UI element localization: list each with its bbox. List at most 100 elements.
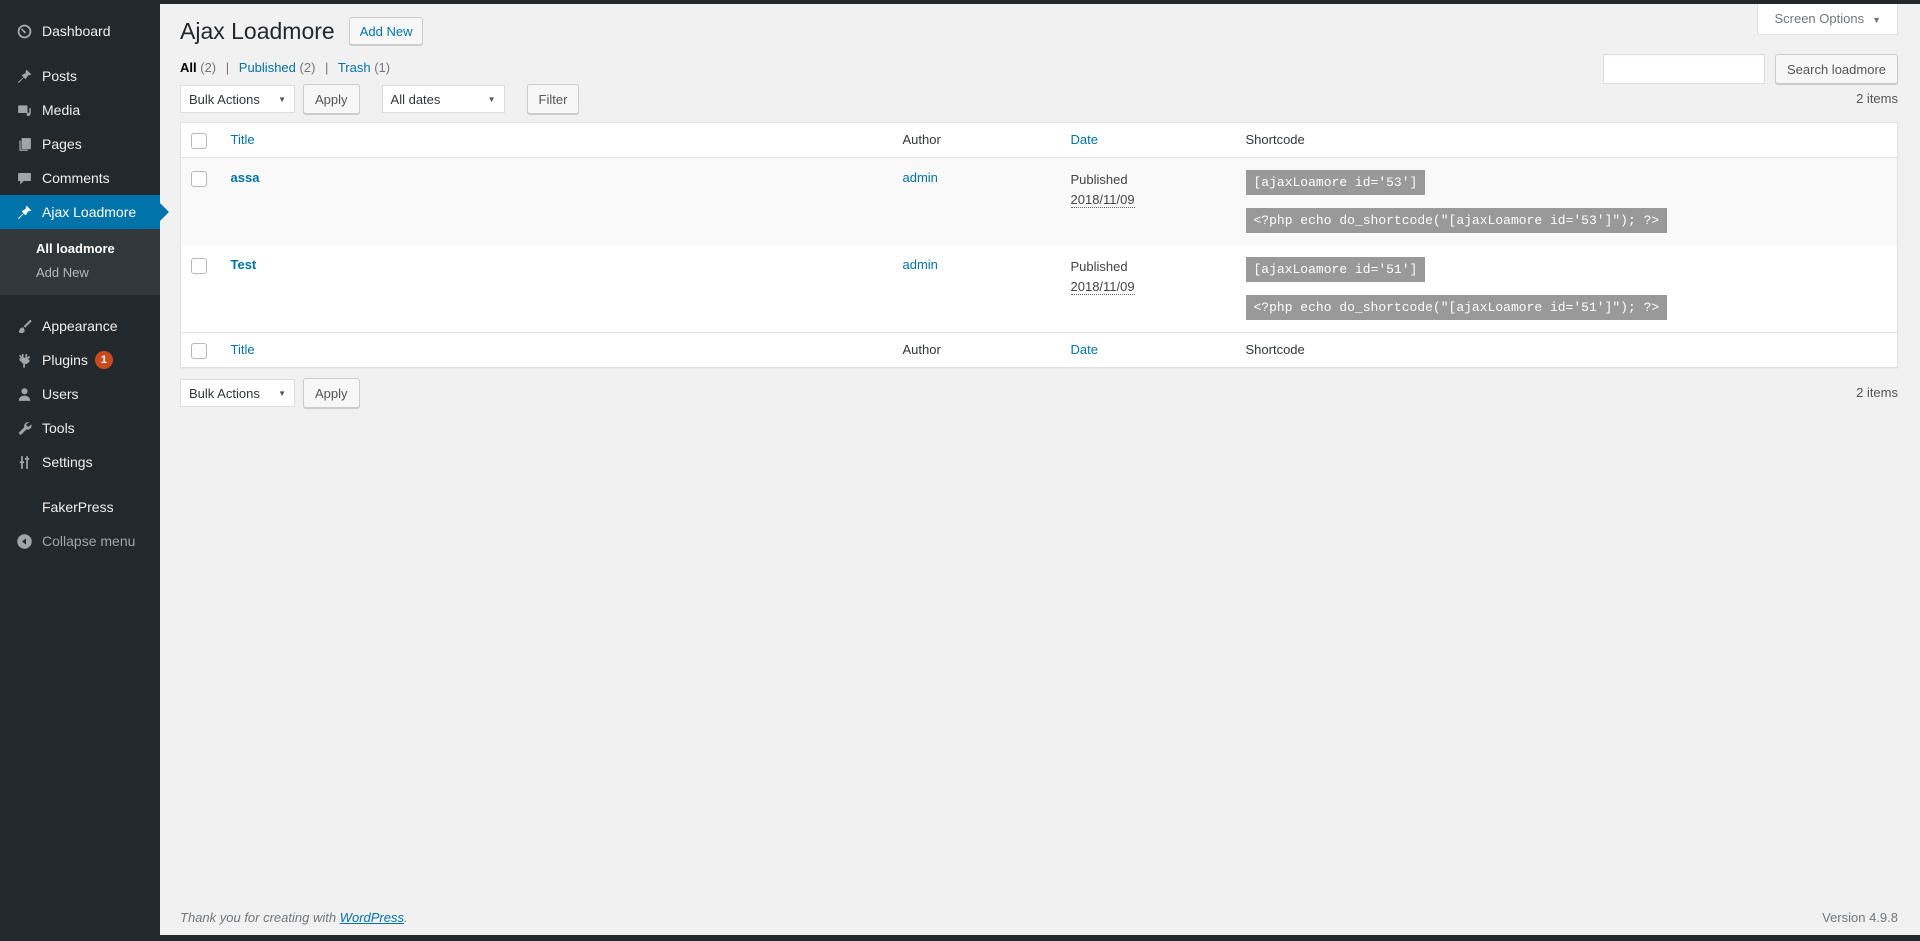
column-header-date[interactable]: Date bbox=[1071, 132, 1098, 147]
screen-options-button[interactable]: Screen Options ▼ bbox=[1757, 4, 1898, 35]
sidebar-item-label: Plugins bbox=[42, 352, 88, 368]
shortcode-snippet: [ajaxLoamore id='51'] bbox=[1245, 257, 1426, 283]
filter-all-link[interactable]: All bbox=[180, 60, 197, 75]
row-status: Published bbox=[1070, 172, 1128, 188]
dates-filter-select[interactable]: All dates ▼ bbox=[381, 85, 505, 113]
pages-icon bbox=[14, 134, 34, 154]
row-title-link[interactable]: assa bbox=[231, 170, 260, 185]
table-footer-row: Title Author Date Shortcode bbox=[180, 332, 1898, 368]
row-author-link[interactable]: admin bbox=[903, 170, 938, 185]
loadmore-list-table: Title Author Date Shortcode assa admin P… bbox=[180, 122, 1898, 369]
sidebar-item-dashboard[interactable]: Dashboard bbox=[0, 14, 160, 48]
column-footer-shortcode: Shortcode bbox=[1245, 342, 1305, 358]
sidebar-item-label: Ajax Loadmore bbox=[42, 204, 137, 220]
filter-trash-link[interactable]: Trash bbox=[338, 60, 371, 75]
media-icon bbox=[14, 100, 34, 120]
row-author-link[interactable]: admin bbox=[903, 257, 938, 272]
chevron-down-icon: ▼ bbox=[278, 94, 286, 104]
row-status: Published bbox=[1070, 259, 1128, 275]
wrench-icon bbox=[14, 418, 34, 438]
sidebar-item-plugins[interactable]: Plugins 1 bbox=[0, 343, 160, 377]
tablenav-top: Bulk Actions ▼ Apply All dates ▼ Filter … bbox=[180, 84, 1898, 114]
row-checkbox[interactable] bbox=[191, 170, 207, 187]
sidebar-item-users[interactable]: Users bbox=[0, 377, 160, 411]
comment-bubble-icon bbox=[14, 168, 34, 188]
collapse-menu-button[interactable]: Collapse menu bbox=[0, 524, 160, 558]
chevron-down-icon: ▼ bbox=[487, 94, 496, 104]
sidebar-item-appearance[interactable]: Appearance bbox=[0, 309, 160, 343]
paintbrush-icon bbox=[14, 316, 34, 336]
sidebar-item-comments[interactable]: Comments bbox=[0, 161, 160, 195]
sliders-icon bbox=[14, 452, 34, 472]
bulk-actions-select[interactable]: Bulk Actions ▼ bbox=[180, 85, 295, 113]
filter-published-link[interactable]: Published bbox=[239, 60, 296, 75]
sidebar-item-label: Tools bbox=[42, 420, 75, 436]
shortcode-php-snippet: <?php echo do_shortcode("[ajaxLoamore id… bbox=[1245, 208, 1668, 234]
table-header-row: Title Author Date Shortcode bbox=[180, 122, 1898, 159]
pushpin-icon bbox=[14, 202, 34, 222]
bulk-actions-select-bottom[interactable]: Bulk Actions ▼ bbox=[180, 379, 295, 408]
user-icon bbox=[14, 384, 34, 404]
sidebar-item-media[interactable]: Media bbox=[0, 93, 160, 127]
search-loadmore-button[interactable]: Search loadmore bbox=[1775, 54, 1898, 84]
sidebar-item-label: Posts bbox=[42, 68, 78, 84]
row-date: 2018/11/09 bbox=[1070, 279, 1135, 296]
table-row: Test admin Published 2018/11/09 [ajaxLoa… bbox=[181, 245, 1898, 333]
apply-button-bottom[interactable]: Apply bbox=[303, 378, 360, 409]
sidebar-item-ajax-loadmore[interactable]: Ajax Loadmore bbox=[0, 195, 169, 229]
horizontal-scrollbar-strip[interactable] bbox=[0, 935, 1920, 941]
ajax-loadmore-submenu: All loadmore Add New bbox=[0, 229, 160, 295]
sidebar-item-label: Pages bbox=[42, 136, 82, 152]
add-new-button[interactable]: Add New bbox=[348, 17, 424, 45]
column-header-author: Author bbox=[902, 132, 941, 147]
shortcode-php-snippet: <?php echo do_shortcode("[ajaxLoamore id… bbox=[1245, 295, 1668, 321]
row-date: 2018/11/09 bbox=[1070, 192, 1135, 209]
chevron-down-icon: ▼ bbox=[278, 388, 286, 398]
select-all-checkbox[interactable] bbox=[191, 132, 207, 149]
column-footer-author: Author bbox=[902, 342, 941, 358]
search-input[interactable] bbox=[1603, 54, 1765, 84]
column-header-shortcode: Shortcode bbox=[1245, 132, 1305, 147]
sidebar-item-label: Settings bbox=[42, 454, 93, 470]
collapse-menu-label: Collapse menu bbox=[42, 533, 136, 549]
wordpress-link[interactable]: WordPress bbox=[340, 910, 404, 925]
sidebar-item-fakerpress[interactable]: FakerPress bbox=[0, 490, 160, 524]
column-footer-title[interactable]: Title bbox=[231, 342, 255, 357]
items-count: 2 items bbox=[1856, 91, 1898, 106]
search-form: Search loadmore bbox=[1603, 54, 1898, 84]
page-title: Ajax Loadmore bbox=[180, 18, 335, 44]
column-header-title[interactable]: Title bbox=[231, 132, 255, 147]
submenu-item-add-new[interactable]: Add New bbox=[0, 261, 160, 285]
sidebar-item-label: Users bbox=[42, 386, 79, 402]
dashboard-icon bbox=[14, 21, 34, 41]
row-checkbox[interactable] bbox=[191, 257, 207, 274]
plugin-icon bbox=[14, 350, 34, 370]
submenu-item-all-loadmore[interactable]: All loadmore bbox=[0, 237, 160, 261]
plugins-update-badge: 1 bbox=[94, 351, 113, 369]
chevron-down-icon: ▼ bbox=[1872, 15, 1881, 25]
footer-thanks-text: Thank you for creating with WordPress. bbox=[180, 910, 408, 925]
admin-sidebar: Dashboard Posts Media Pages Comments Aja… bbox=[0, 0, 169, 941]
collapse-arrow-icon bbox=[14, 531, 34, 551]
main-content: Screen Options ▼ Ajax Loadmore Add New Se… bbox=[160, 4, 1920, 935]
items-count: 2 items bbox=[1856, 385, 1898, 401]
pushpin-icon bbox=[14, 66, 34, 86]
filter-button[interactable]: Filter bbox=[526, 84, 580, 114]
select-all-checkbox[interactable] bbox=[191, 342, 207, 359]
row-title-link[interactable]: Test bbox=[231, 257, 257, 272]
sidebar-item-settings[interactable]: Settings bbox=[0, 445, 160, 479]
apply-button[interactable]: Apply bbox=[303, 84, 360, 114]
sidebar-item-label: Media bbox=[42, 102, 81, 118]
sidebar-item-label: Comments bbox=[42, 170, 110, 186]
sidebar-item-pages[interactable]: Pages bbox=[0, 127, 160, 161]
shortcode-snippet: [ajaxLoamore id='53'] bbox=[1245, 170, 1426, 196]
table-row: assa admin Published 2018/11/09 [ajaxLoa… bbox=[180, 157, 1898, 246]
admin-bar-strip bbox=[0, 0, 1920, 4]
sidebar-item-tools[interactable]: Tools bbox=[0, 411, 160, 445]
sidebar-item-label: FakerPress bbox=[42, 499, 114, 515]
sidebar-item-posts[interactable]: Posts bbox=[0, 59, 160, 93]
tablenav-bottom: Bulk Actions ▼ Apply 2 items bbox=[180, 378, 1898, 409]
footer-version: Version 4.9.8 bbox=[1822, 910, 1898, 925]
sidebar-item-label: Appearance bbox=[42, 318, 118, 334]
column-footer-date[interactable]: Date bbox=[1071, 342, 1098, 357]
